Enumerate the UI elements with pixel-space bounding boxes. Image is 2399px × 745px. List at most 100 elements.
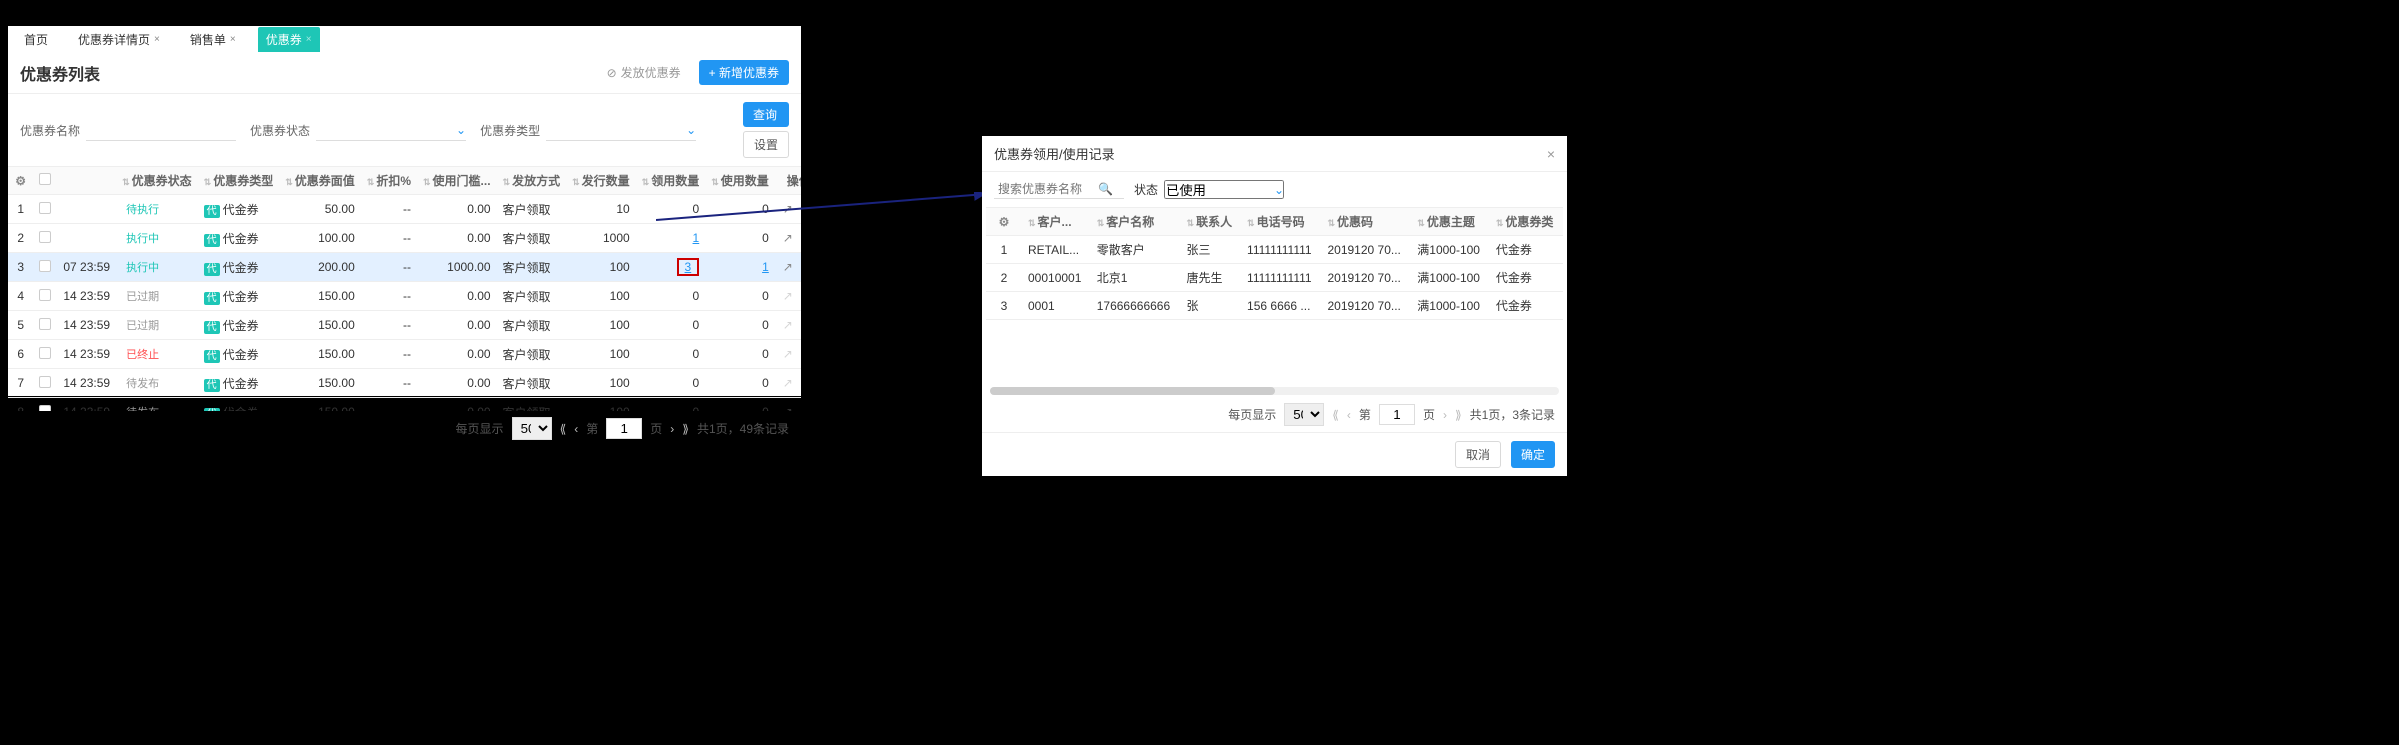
confirm-button[interactable]: 确定 [1511,441,1555,468]
close-icon[interactable]: × [306,34,312,45]
col-contact[interactable]: 联系人 [1196,215,1232,229]
row-number: 1 [8,195,33,224]
search-icon[interactable]: 🔍 [1098,182,1113,196]
row-time: 14 23:59 [57,369,116,398]
page-first-icon[interactable]: ⟪ [560,422,567,436]
tab-coupon-detail-label: 优惠券详情页 [78,31,150,48]
add-coupon-button[interactable]: + 新增优惠券 [699,60,789,85]
col-cust-code[interactable]: 客户... [1038,215,1072,229]
close-icon[interactable]: × [1547,146,1555,162]
row-number: 4 [8,282,33,311]
share-icon: ↗ [781,318,795,332]
issue-qty: 10 [566,195,636,224]
dialog-search-input[interactable] [998,182,1098,196]
threshold: 0.00 [417,398,497,412]
coupon-code: 2019120 70... [1321,264,1411,292]
coupon-table-wrap[interactable]: ⇅优惠券状态 ⇅优惠券类型 ⇅优惠券面值 ⇅折扣% ⇅使用门槛... ⇅发放方式… [8,166,801,411]
row-checkbox[interactable] [39,405,51,412]
share-icon: ↗ [781,405,795,411]
per-page-select[interactable]: 50 [512,417,552,440]
threshold: 0.00 [417,195,497,224]
row-checkbox[interactable] [39,289,51,301]
phone: 11111111111 [1241,236,1321,264]
table-row[interactable]: 1 RETAIL... 零散客户 张三 11111111111 2019120 … [986,236,1563,264]
filter-type-select[interactable] [546,120,696,141]
row-checkbox[interactable] [39,231,51,243]
issue-method: 客户领取 [497,340,567,369]
close-icon[interactable]: × [230,34,236,45]
issue-method: 客户领取 [497,398,567,412]
share-icon[interactable]: ↗ [781,202,795,216]
row-checkbox[interactable] [39,260,51,272]
gear-icon[interactable] [999,215,1010,229]
row-checkbox[interactable] [39,318,51,330]
used-link[interactable]: 1 [762,260,769,274]
cancel-button[interactable]: 取消 [1455,441,1501,468]
page-last-icon[interactable]: ⟫ [1455,408,1462,422]
col-claimed-qty[interactable]: 领用数量 [651,174,699,188]
col-threshold[interactable]: 使用门槛... [433,174,491,188]
col-used-qty[interactable]: 使用数量 [721,174,769,188]
table-row[interactable]: 5 14 23:59 已过期 代代金券 150.00 -- 0.00 客户领取 … [8,311,801,340]
page-prev-icon[interactable]: ‹ [1347,408,1351,422]
close-icon[interactable]: × [154,34,160,45]
settings-button[interactable]: 设置 [743,131,789,158]
col-discount[interactable]: 折扣% [376,174,411,188]
gear-icon[interactable] [15,174,26,188]
filter-status-label: 优惠券状态 [250,122,310,139]
tab-coupon-detail[interactable]: 优惠券详情页 × [70,27,168,52]
table-row[interactable]: 3 07 23:59 执行中 代代金券 200.00 -- 1000.00 客户… [8,253,801,282]
col-issue-method[interactable]: 发放方式 [512,174,560,188]
col-face-value[interactable]: 优惠券面值 [295,174,355,188]
table-row[interactable]: 8 14 23:59 待发布 代代金券 150.00 -- 0.00 客户领取 … [8,398,801,412]
search-button[interactable]: 查询 [743,102,789,127]
col-coupon-code[interactable]: 优惠码 [1337,215,1373,229]
share-icon[interactable]: ↗ [781,260,795,274]
table-row[interactable]: 6 14 23:59 已终止 代代金券 150.00 -- 0.00 客户领取 … [8,340,801,369]
col-issue-qty[interactable]: 发行数量 [582,174,630,188]
table-row[interactable]: 7 14 23:59 待发布 代代金券 150.00 -- 0.00 客户领取 … [8,369,801,398]
select-all-checkbox[interactable] [39,173,51,185]
col-coupon-type[interactable]: 优惠券类 [1505,215,1553,229]
dialog-status-select[interactable] [1164,180,1284,199]
page-number-input[interactable] [606,418,642,439]
row-checkbox[interactable] [39,347,51,359]
dialog-per-page-select[interactable]: 50 [1284,403,1324,426]
col-type[interactable]: 优惠券类型 [213,174,273,188]
coupon-title: 满1000-100 [1411,292,1490,320]
table-row[interactable]: 4 14 23:59 已过期 代代金券 150.00 -- 0.00 客户领取 … [8,282,801,311]
page-next-icon[interactable]: › [1443,408,1447,422]
page-first-icon[interactable]: ⟪ [1332,408,1339,422]
cust-code: 0001 [1022,292,1091,320]
page-title: 优惠券列表 [20,61,100,85]
claimed-link[interactable]: 3 [685,260,692,274]
col-status[interactable]: 优惠券状态 [132,174,192,188]
dialog-page-number-input[interactable] [1379,404,1415,425]
filter-name-label: 优惠券名称 [20,122,80,139]
tab-home[interactable]: 首页 [16,27,56,52]
phone: 11111111111 [1241,264,1321,292]
col-cust-name[interactable]: 客户名称 [1106,215,1154,229]
issue-coupon-label: 发放优惠券 [621,64,681,81]
coupon-type: 代金券 [1490,236,1563,264]
table-row[interactable]: 2 执行中 代代金券 100.00 -- 0.00 客户领取 1000 1 0 … [8,224,801,253]
page-prev-icon[interactable]: ‹ [574,422,578,436]
dialog-table-wrap[interactable]: ⇅客户... ⇅客户名称 ⇅联系人 ⇅电话号码 ⇅优惠码 ⇅优惠主题 ⇅优惠券类… [982,207,1567,385]
filter-status-select[interactable] [316,120,466,141]
filter-name-input[interactable] [86,120,236,141]
table-row[interactable]: 1 待执行 代代金券 50.00 -- 0.00 客户领取 10 0 0 ↗ ▦ [8,195,801,224]
issue-coupon-button[interactable]: ⊘ 发放优惠券 [597,60,691,85]
table-row[interactable]: 2 00010001 北京1 唐先生 11111111111 2019120 7… [986,264,1563,292]
horizontal-scrollbar[interactable] [990,387,1559,395]
claimed-link[interactable]: 1 [693,231,700,245]
table-row[interactable]: 3 0001 17666666666 张 156 6666 ... 201912… [986,292,1563,320]
tab-sales-order[interactable]: 销售单× [182,27,244,52]
col-phone[interactable]: 电话号码 [1257,215,1305,229]
row-checkbox[interactable] [39,202,51,214]
col-coupon-title[interactable]: 优惠主题 [1427,215,1475,229]
share-icon[interactable]: ↗ [781,231,795,245]
page-next-icon[interactable]: › [670,422,674,436]
tab-coupons[interactable]: 优惠券× [258,27,320,52]
page-last-icon[interactable]: ⟫ [682,422,689,436]
row-checkbox[interactable] [39,376,51,388]
